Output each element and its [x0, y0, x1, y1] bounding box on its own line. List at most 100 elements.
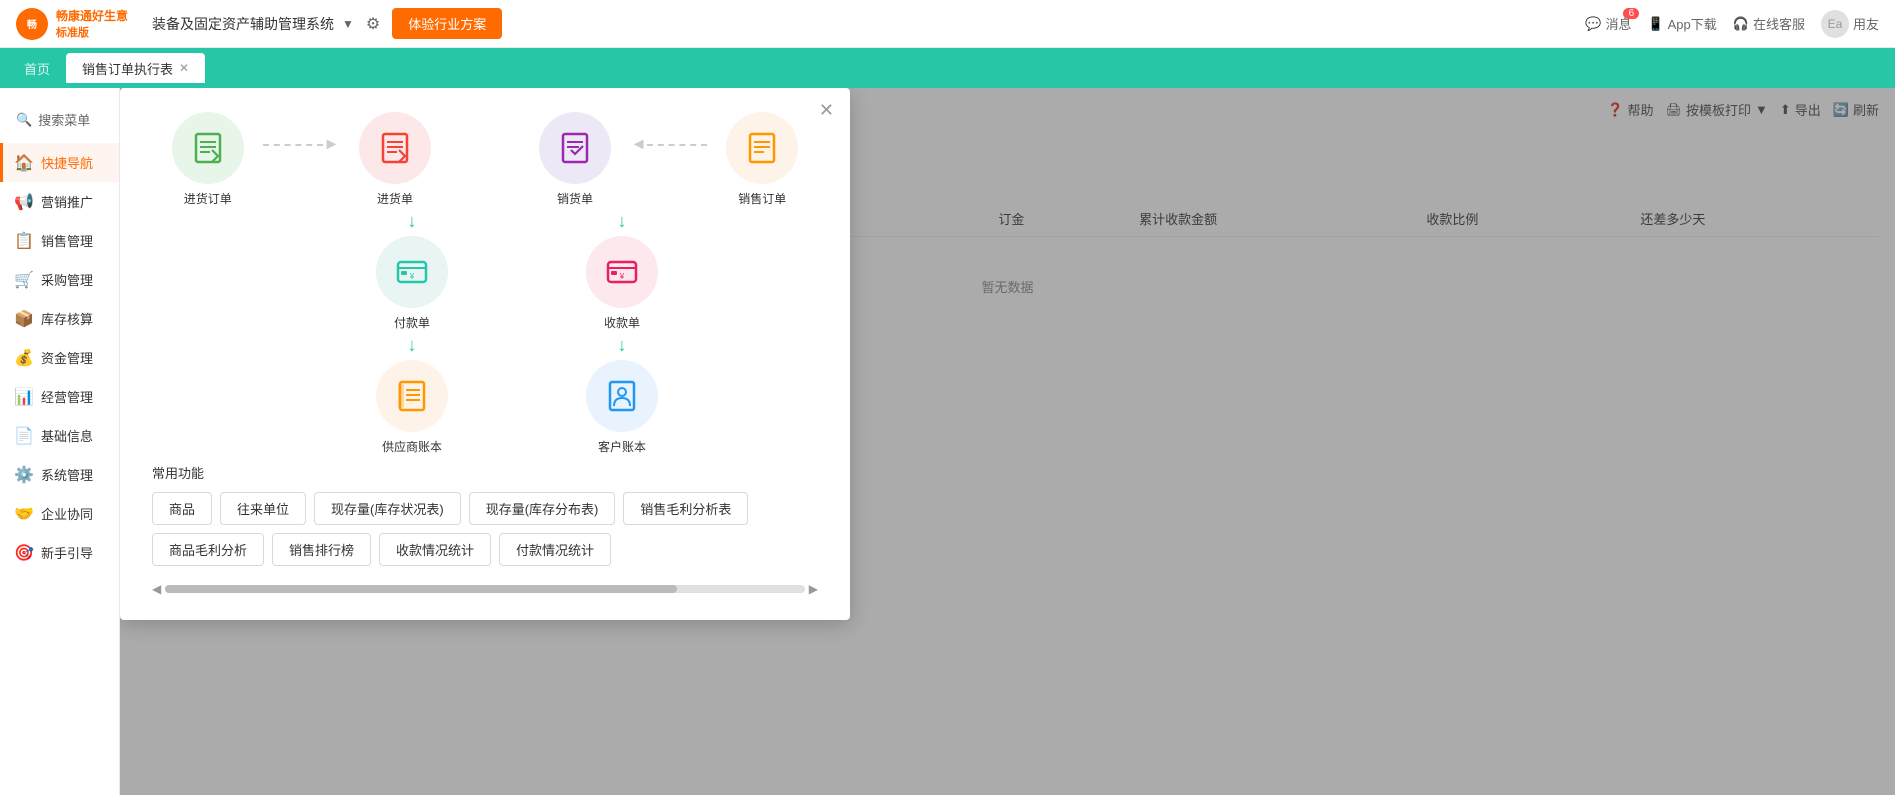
- scrollbar-track[interactable]: [165, 585, 805, 593]
- operations-icon: 📊: [15, 388, 33, 406]
- customer-ledger-label: 客户账本: [598, 438, 646, 455]
- sales-bill-label: 销货单: [557, 190, 593, 207]
- common-functions: 常用功能 商品 往来单位 现存量(库存状况表) 现存量(库存分布表) 销售毛利分…: [152, 463, 818, 566]
- arrow-down-customer: ↓: [557, 335, 687, 356]
- fn-btn-payment-stats[interactable]: 付款情况统计: [499, 533, 611, 566]
- sidebar-item-sales[interactable]: 📋 销售管理: [0, 221, 119, 260]
- logo-text: 畅康通好生意 标准版: [56, 7, 128, 40]
- flow-diagram: 进货订单 ► 进货单: [152, 112, 818, 455]
- scrollbar-area: ◀ ▶: [152, 582, 818, 596]
- sales-icon: 📋: [15, 232, 33, 250]
- common-functions-title: 常用功能: [152, 463, 818, 482]
- sales-order-circle: [726, 112, 798, 184]
- fn-btn-stock-dist[interactable]: 现存量(库存分布表): [469, 492, 616, 525]
- user-avatar: Ea: [1821, 10, 1849, 38]
- system-icon: ⚙️: [15, 466, 33, 484]
- flow-node-sales-order[interactable]: 销售订单: [707, 112, 818, 207]
- scroll-left-btn[interactable]: ◀: [152, 582, 161, 596]
- scroll-right-btn[interactable]: ▶: [809, 582, 818, 596]
- system-dropdown-btn[interactable]: ▼: [342, 17, 354, 31]
- sidebar-item-finance[interactable]: 💰 资金管理: [0, 338, 119, 377]
- sidebar-item-operations[interactable]: 📊 经营管理: [0, 377, 119, 416]
- settings-icon-btn[interactable]: ⚙: [362, 10, 384, 38]
- scrollbar-thumb: [165, 585, 677, 593]
- flow-node-purchase-bill[interactable]: 进货单: [339, 112, 450, 207]
- sidebar-item-purchase[interactable]: 🛒 采购管理: [0, 260, 119, 299]
- sidebar-item-beginner[interactable]: 🎯 新手引导: [0, 533, 119, 572]
- message-badge: 6: [1623, 8, 1639, 19]
- content-area: ❓ 帮助 🖨 按模板打印 ▼ ⬆ 导出 🔄 刷新: [120, 88, 1895, 795]
- flow-node-sales-bill[interactable]: 销货单: [519, 112, 630, 207]
- purchase-icon: 🛒: [15, 271, 33, 289]
- sidebar-item-marketing[interactable]: 📢 营销推广: [0, 182, 119, 221]
- fn-btn-receipt-stats[interactable]: 收款情况统计: [379, 533, 491, 566]
- fn-btn-product[interactable]: 商品: [152, 492, 212, 525]
- tab-sales-order-label: 销售订单执行表: [82, 59, 173, 78]
- tab-close-icon[interactable]: ✕: [179, 61, 189, 75]
- online-service-icon: 🎧: [1733, 16, 1749, 32]
- sidebar-search-btn[interactable]: 🔍 搜索菜单: [8, 104, 111, 135]
- sidebar-item-basic-info[interactable]: 📄 基础信息: [0, 416, 119, 455]
- user-label: 用友: [1853, 14, 1879, 33]
- sidebar-item-inventory[interactable]: 📦 库存核算: [0, 299, 119, 338]
- flow-node-receipt[interactable]: ¥ 收款单: [557, 236, 687, 331]
- basic-info-icon: 📄: [15, 427, 33, 445]
- enterprise-icon: 🤝: [15, 505, 33, 523]
- fn-btn-sales-rank[interactable]: 销售排行榜: [272, 533, 371, 566]
- svg-text:畅: 畅: [27, 18, 37, 31]
- user-menu-btn[interactable]: Ea 用友: [1821, 10, 1879, 38]
- quick-nav-icon: 🏠: [15, 154, 33, 172]
- supplier-ledger-circle: [376, 360, 448, 432]
- sidebar-item-system[interactable]: ⚙️ 系统管理: [0, 455, 119, 494]
- receipt-circle: ¥: [586, 236, 658, 308]
- experience-btn[interactable]: 体验行业方案: [392, 8, 502, 39]
- purchase-order-circle: [172, 112, 244, 184]
- quick-nav-modal: ✕ 进货订单 ►: [120, 88, 850, 620]
- purchase-bill-circle: [359, 112, 431, 184]
- header-right: 💬 消息 6 📱 App下载 🎧 在线客服 Ea 用友: [1585, 10, 1879, 38]
- search-icon: 🔍: [16, 112, 32, 128]
- sales-bill-circle: [539, 112, 611, 184]
- function-grid: 商品 往来单位 现存量(库存状况表) 现存量(库存分布表) 销售毛利分析表 商品…: [152, 492, 818, 566]
- receipt-label: 收款单: [604, 314, 640, 331]
- customer-ledger-circle: [586, 360, 658, 432]
- fn-btn-sales-profit[interactable]: 销售毛利分析表: [623, 492, 748, 525]
- supplier-ledger-label: 供应商账本: [382, 438, 442, 455]
- purchase-bill-label: 进货单: [377, 190, 413, 207]
- svg-text:¥: ¥: [619, 272, 625, 281]
- arrow-down-payment: ↓: [347, 211, 477, 232]
- online-service-btn[interactable]: 🎧 在线客服: [1733, 14, 1805, 33]
- tab-home[interactable]: 首页: [8, 53, 66, 83]
- tab-sales-order[interactable]: 销售订单执行表 ✕: [66, 53, 205, 83]
- flow-node-supplier-ledger[interactable]: 供应商账本: [347, 360, 477, 455]
- svg-text:¥: ¥: [409, 272, 415, 281]
- sidebar-item-enterprise[interactable]: 🤝 企业协同: [0, 494, 119, 533]
- fn-btn-product-profit[interactable]: 商品毛利分析: [152, 533, 264, 566]
- modal-close-btn[interactable]: ✕: [819, 100, 834, 121]
- marketing-icon: 📢: [15, 193, 33, 211]
- tab-home-label: 首页: [24, 59, 50, 78]
- app-download-btn[interactable]: 📱 App下载: [1647, 14, 1716, 33]
- payment-label: 付款单: [394, 314, 430, 331]
- online-service-label: 在线客服: [1753, 14, 1805, 33]
- flow-node-purchase-order[interactable]: 进货订单: [152, 112, 263, 207]
- main-layout: 🔍 搜索菜单 🏠 快捷导航 📢 营销推广 📋 销售管理 🛒 采购管理 📦 库存核…: [0, 88, 1895, 795]
- app-download-icon: 📱: [1647, 16, 1663, 32]
- arrow-down-supplier: ↓: [347, 335, 477, 356]
- fn-btn-contacts[interactable]: 往来单位: [220, 492, 306, 525]
- logo-icon: 畅: [16, 8, 48, 40]
- finance-icon: 💰: [15, 349, 33, 367]
- flow-node-payment[interactable]: ¥ 付款单: [347, 236, 477, 331]
- tab-bar: 首页 销售订单执行表 ✕: [0, 48, 1895, 88]
- fn-btn-stock-status[interactable]: 现存量(库存状况表): [314, 492, 461, 525]
- sidebar-item-quick-nav[interactable]: 🏠 快捷导航: [0, 143, 119, 182]
- message-btn[interactable]: 💬 消息 6: [1585, 14, 1631, 33]
- message-icon: 💬: [1585, 16, 1601, 32]
- sidebar: 🔍 搜索菜单 🏠 快捷导航 📢 营销推广 📋 销售管理 🛒 采购管理 📦 库存核…: [0, 88, 120, 795]
- payment-circle: ¥: [376, 236, 448, 308]
- sales-order-label: 销售订单: [738, 190, 786, 207]
- inventory-icon: 📦: [15, 310, 33, 328]
- logo-area: 畅 畅康通好生意 标准版: [16, 7, 136, 40]
- flow-node-customer-ledger[interactable]: 客户账本: [557, 360, 687, 455]
- app-download-label: App下载: [1668, 14, 1717, 33]
